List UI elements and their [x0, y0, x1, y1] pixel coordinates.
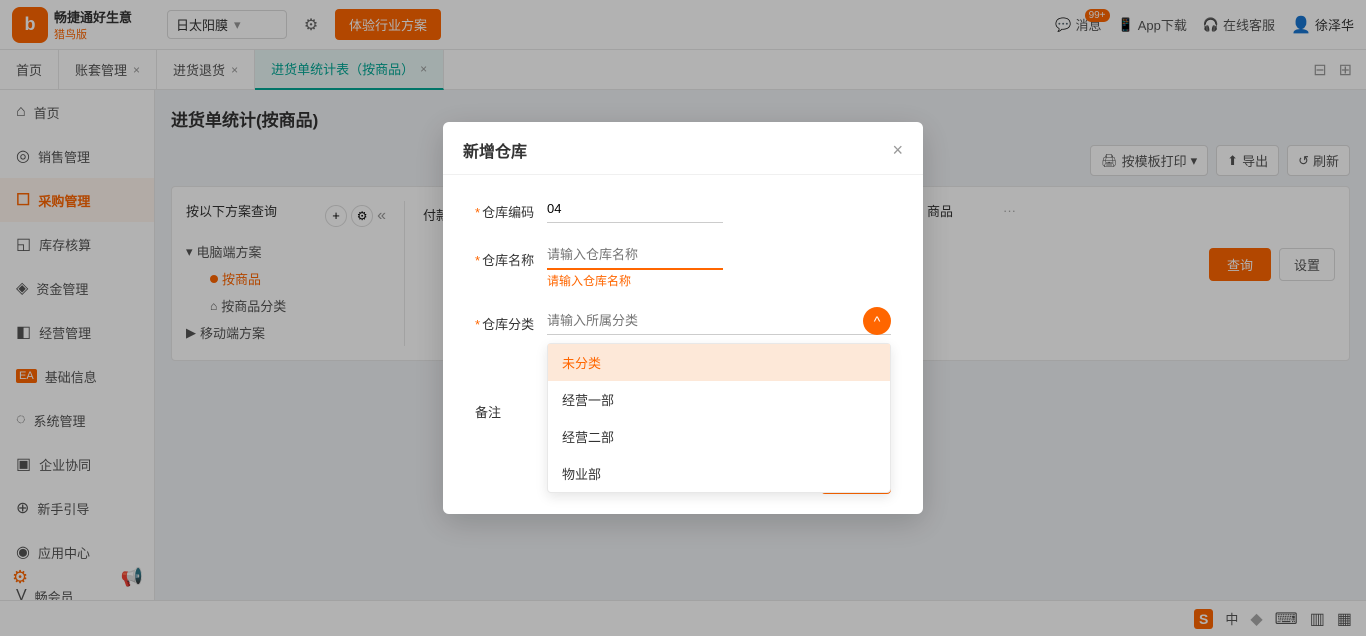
modal-new-warehouse: 新增仓库 × *仓库编码 *仓库名称	[443, 122, 923, 514]
category-label: *仓库分类	[475, 307, 547, 333]
form-row-category: *仓库分类 ^ 未分类 经营一部 经营二部 物业部	[475, 307, 891, 335]
code-label: *仓库编码	[475, 195, 547, 221]
warehouse-code-input[interactable]	[547, 195, 723, 223]
dropdown-item-property[interactable]: 物业部	[548, 455, 890, 492]
name-error-hint: 请输入仓库名称	[547, 272, 891, 289]
remark-label: 备注	[475, 395, 547, 421]
modal-header: 新增仓库 ×	[443, 122, 923, 175]
required-star-category: *	[475, 317, 480, 332]
dropdown-item-uncategorized[interactable]: 未分类	[548, 344, 890, 381]
category-input[interactable]	[547, 307, 891, 334]
required-star-code: *	[475, 205, 480, 220]
category-dropdown-list: 未分类 经营一部 经营二部 物业部	[547, 343, 891, 493]
modal-title: 新增仓库	[463, 138, 527, 162]
name-input-wrap	[547, 241, 891, 270]
form-row-code: *仓库编码	[475, 195, 891, 223]
name-label: *仓库名称	[475, 243, 547, 269]
modal-body: *仓库编码 *仓库名称 请输入仓库名称	[443, 175, 923, 461]
category-dropdown-wrap: ^ 未分类 经营一部 经营二部 物业部	[547, 307, 891, 335]
dropdown-item-dept2[interactable]: 经营二部	[548, 418, 890, 455]
modal-overlay: 新增仓库 × *仓库编码 *仓库名称	[0, 0, 1366, 636]
code-input-wrap	[547, 195, 891, 223]
form-row-name: *仓库名称 请输入仓库名称	[475, 241, 891, 289]
category-input-row: ^	[547, 307, 891, 335]
warehouse-name-input[interactable]	[547, 241, 723, 270]
required-star-name: *	[475, 253, 480, 268]
dropdown-item-dept1[interactable]: 经营一部	[548, 381, 890, 418]
dropdown-toggle-button[interactable]: ^	[863, 307, 891, 335]
modal-close-button[interactable]: ×	[892, 140, 903, 161]
